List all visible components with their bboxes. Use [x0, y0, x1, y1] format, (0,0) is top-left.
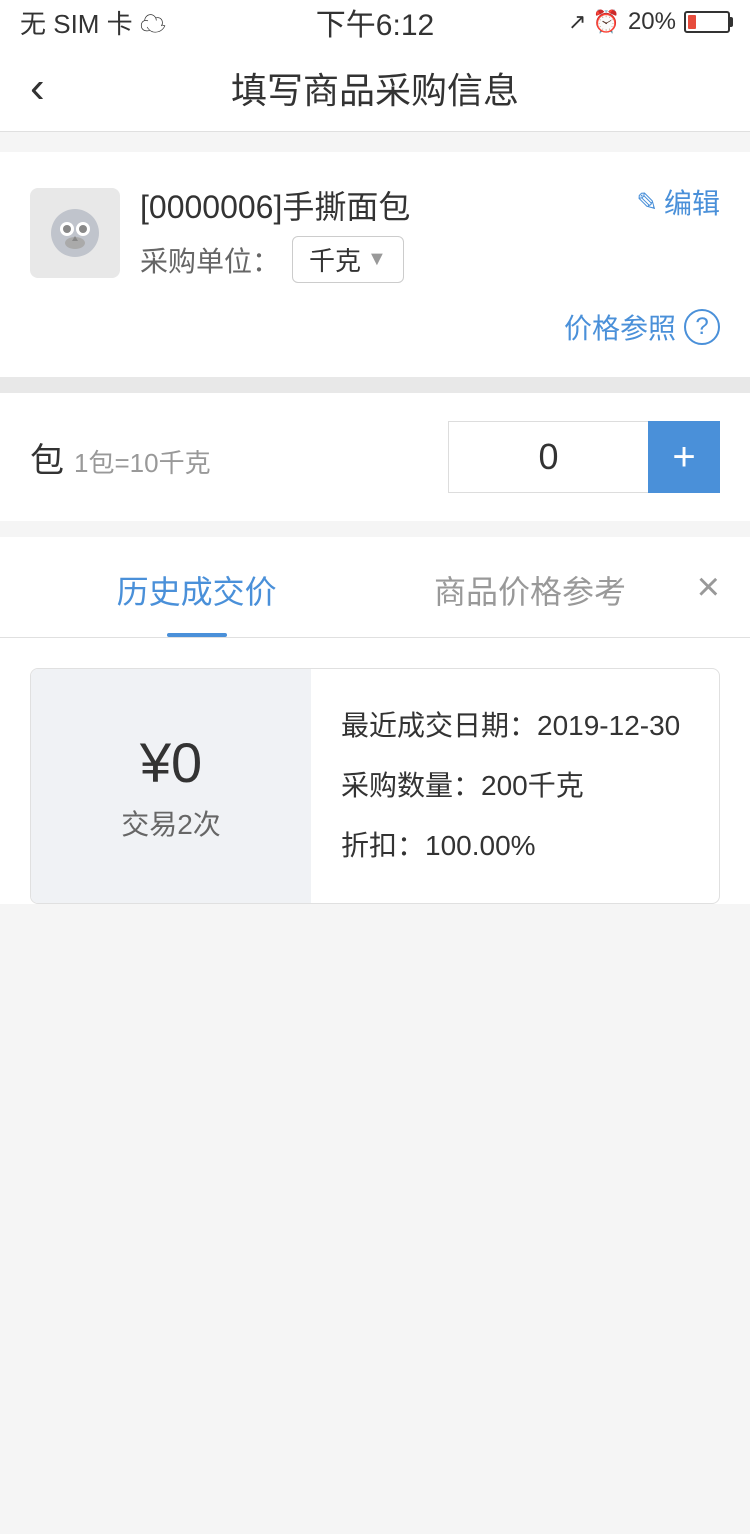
history-detail-side: 最近成交日期：2019-12-30 采购数量：200千克 折扣：100.00% [311, 669, 719, 903]
status-bar: 无 SIM 卡 ☁ 下午6:12 ↗ ⏰ 20% [0, 0, 750, 44]
quantity-label-group: 包 1包=10千克 [30, 433, 211, 482]
bottom-area [0, 934, 750, 1534]
unit-label: 采购单位： [140, 240, 280, 280]
page-title: 填写商品采购信息 [231, 62, 519, 114]
tab-close-button[interactable]: × [697, 545, 720, 630]
tab-header: 历史成交价 商品价格参考 × [0, 537, 750, 638]
history-detail-date: 最近成交日期：2019-12-30 [341, 705, 689, 747]
section-divider [0, 377, 750, 393]
battery-percent: 20% [628, 8, 676, 36]
tab-section: 历史成交价 商品价格参考 × ¥0 交易2次 最近成交日期：2019-12-30… [0, 537, 750, 904]
discount-value: 100.00% [425, 830, 536, 861]
tab-history-price[interactable]: 历史成交价 [30, 537, 363, 637]
product-logo [30, 188, 120, 278]
price-ref-button[interactable]: 价格参照 ? [564, 307, 720, 347]
quantity-label: 采购数量： [341, 770, 481, 801]
tab-product-price-ref[interactable]: 商品价格参考 [363, 537, 696, 637]
quantity-conversion: 1包=10千克 [74, 443, 211, 480]
quantity-plus-button[interactable]: + [648, 421, 720, 493]
battery-fill [688, 15, 696, 29]
nav-bar: ‹ 填写商品采购信息 [0, 44, 750, 132]
status-left: 无 SIM 卡 ☁ [20, 4, 166, 41]
quantity-input[interactable] [448, 421, 648, 493]
history-card: ¥0 交易2次 最近成交日期：2019-12-30 采购数量：200千克 折扣：… [30, 668, 720, 904]
product-left: [0000006]手撕面包 采购单位： 千克 ▼ [30, 182, 410, 283]
history-price-side: ¥0 交易2次 [31, 669, 311, 903]
history-detail-discount: 折扣：100.00% [341, 825, 689, 867]
history-detail-quantity: 采购数量：200千克 [341, 765, 689, 807]
discount-label: 折扣： [341, 830, 425, 861]
quantity-val: 200千克 [481, 770, 584, 801]
price-ref-icon: ? [684, 309, 720, 345]
quantity-row: 包 1包=10千克 + [0, 393, 750, 521]
product-unit-row: 采购单位： 千克 ▼ [140, 236, 410, 283]
quantity-input-group: + [448, 421, 720, 493]
unit-select[interactable]: 千克 ▼ [292, 236, 404, 283]
edit-button[interactable]: ✎ 编辑 [636, 182, 720, 222]
product-info: [0000006]手撕面包 采购单位： 千克 ▼ [140, 182, 410, 283]
edit-icon: ✎ [636, 187, 658, 218]
back-button[interactable]: ‹ [30, 66, 45, 110]
product-card: [0000006]手撕面包 采购单位： 千克 ▼ ✎ 编辑 价格参照 ? [0, 152, 750, 377]
history-price-amount: ¥0 [140, 730, 202, 795]
no-sim-text: 无 SIM 卡 ☁ [20, 4, 166, 41]
unit-value: 千克 [309, 241, 361, 278]
status-time: 下午6:12 [316, 0, 434, 44]
unit-dropdown-icon: ▼ [367, 248, 387, 271]
product-bottom-row: 价格参照 ? [30, 307, 720, 347]
price-ref-label: 价格参照 [564, 307, 676, 347]
edit-label: 编辑 [664, 182, 720, 222]
product-name: [0000006]手撕面包 [140, 182, 410, 228]
recent-date-label: 最近成交日期： [341, 710, 537, 741]
status-right: ↗ ⏰ 20% [568, 8, 730, 36]
history-trade-count: 交易2次 [121, 803, 221, 843]
quantity-unit: 包 [30, 433, 64, 482]
recent-date-value: 2019-12-30 [537, 710, 680, 741]
battery-icon [684, 11, 730, 33]
product-header: [0000006]手撕面包 采购单位： 千克 ▼ ✎ 编辑 [30, 182, 720, 283]
status-icons: ↗ ⏰ [568, 9, 620, 35]
